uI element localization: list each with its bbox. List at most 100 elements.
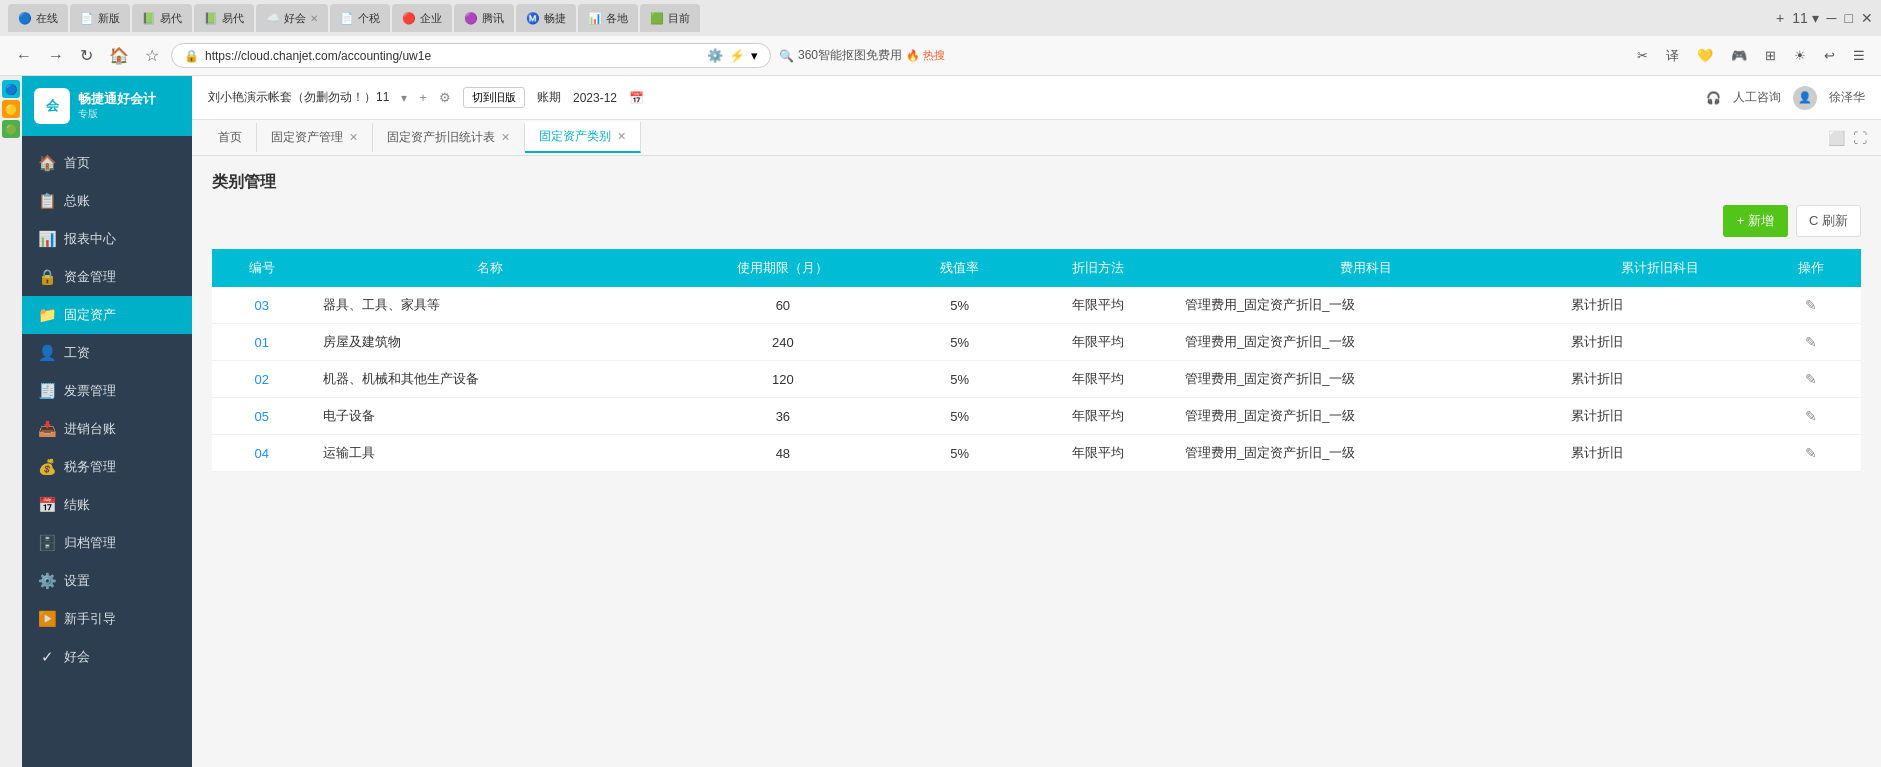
col-header-method: 折旧方法 xyxy=(1022,249,1173,287)
tab-close-icon[interactable]: ✕ xyxy=(310,13,318,24)
cell-method-4: 年限平均 xyxy=(1022,435,1173,472)
maximize-button[interactable]: □ xyxy=(1845,10,1853,26)
cell-code-1[interactable]: 01 xyxy=(212,324,311,361)
refresh-button[interactable]: C 刷新 xyxy=(1796,205,1861,237)
tab-favicon: 📗 xyxy=(142,12,156,25)
page-tab-close-fixed-assets[interactable]: ✕ xyxy=(349,131,358,144)
sidebar-item-guide[interactable]: ▶️ 新手引导 xyxy=(22,600,192,638)
strip-icon-2[interactable]: 🟢 xyxy=(2,120,20,138)
page-tab-close-category[interactable]: ✕ xyxy=(617,130,626,143)
username-label: 徐泽华 xyxy=(1829,89,1865,106)
tab-expand-button[interactable]: ⬜ xyxy=(1826,128,1847,148)
browser-tab-6[interactable]: 🔴 企业 xyxy=(392,4,452,32)
page-tab-depreciation-label: 固定资产折旧统计表 xyxy=(387,129,495,146)
tab-favicon: 🔴 xyxy=(402,12,416,25)
edit-button-4[interactable]: ✎ xyxy=(1805,445,1817,461)
back-button[interactable]: ← xyxy=(12,43,36,69)
game-button[interactable]: 🎮 xyxy=(1727,46,1751,65)
topbar-add-button[interactable]: + xyxy=(419,90,427,105)
undo-button[interactable]: ↩ xyxy=(1820,46,1839,65)
consult-label[interactable]: 人工咨询 xyxy=(1733,89,1781,106)
sidebar-item-fixed-assets[interactable]: 📁 固定资产 xyxy=(22,296,192,334)
section-title: 类别管理 xyxy=(212,172,1861,193)
browser-tab-8[interactable]: Ⓜ️ 畅捷 xyxy=(516,4,576,32)
col-header-expense: 费用科目 xyxy=(1173,249,1559,287)
tab-menu-button[interactable]: 11 ▾ xyxy=(1792,10,1818,26)
strip-icon-1[interactable]: 🟡 xyxy=(2,100,20,118)
cell-accum-1: 累计折旧 xyxy=(1559,324,1762,361)
grid-button[interactable]: ⊞ xyxy=(1761,46,1780,65)
browser-tab-10[interactable]: 🟩 目前 xyxy=(640,4,700,32)
close-button[interactable]: ✕ xyxy=(1861,10,1873,26)
browser-tab-9[interactable]: 📊 各地 xyxy=(578,4,638,32)
cell-method-2: 年限平均 xyxy=(1022,361,1173,398)
page-tab-fixed-assets[interactable]: 固定资产管理 ✕ xyxy=(257,123,373,152)
page-tab-home[interactable]: 首页 xyxy=(204,123,257,152)
menu-button[interactable]: ☰ xyxy=(1849,46,1869,65)
cell-months-2: 120 xyxy=(669,361,897,398)
app-topbar: 刘小艳演示帐套（勿删勿动！）11 ▾ + ⚙ 切到旧版 账期 2023-12 📅… xyxy=(192,76,1881,120)
cell-code-0[interactable]: 03 xyxy=(212,287,311,324)
sidebar: 会 畅捷通好会计 专版 🏠 首页 📋 总账 📊 报表中心 🔒 资金管理 xyxy=(22,76,192,767)
wallet-button[interactable]: 💛 xyxy=(1693,46,1717,65)
new-tab-button[interactable]: + xyxy=(1776,10,1784,26)
sidebar-item-archive[interactable]: 🗄️ 归档管理 xyxy=(22,524,192,562)
sidebar-item-tax[interactable]: 💰 税务管理 xyxy=(22,448,192,486)
minimize-button[interactable]: ─ xyxy=(1827,10,1837,26)
browser-tab-7[interactable]: 🟣 腾讯 xyxy=(454,4,514,32)
browser-tab-4[interactable]: ☁️ 好会 ✕ xyxy=(256,4,328,32)
search-label: 360智能抠图免费用 xyxy=(798,47,902,64)
edit-button-0[interactable]: ✎ xyxy=(1805,297,1817,313)
topbar-gear-button[interactable]: ⚙ xyxy=(439,90,451,105)
add-button[interactable]: + 新增 xyxy=(1723,205,1788,237)
cell-ops-1: ✎ xyxy=(1762,324,1861,361)
page-tab-close-depreciation[interactable]: ✕ xyxy=(501,131,510,144)
sidebar-item-home[interactable]: 🏠 首页 xyxy=(22,144,192,182)
browser-tab-3[interactable]: 📗 易代 xyxy=(194,4,254,32)
edit-button-2[interactable]: ✎ xyxy=(1805,371,1817,387)
switch-version-button[interactable]: 切到旧版 xyxy=(463,87,525,108)
home-button[interactable]: 🏠 xyxy=(105,42,133,69)
strip-icon-0[interactable]: 🔵 xyxy=(2,80,20,98)
tax-icon: 💰 xyxy=(38,458,56,476)
page-tab-depreciation-table[interactable]: 固定资产折旧统计表 ✕ xyxy=(373,123,525,152)
browser-tab-1[interactable]: 📄 新版 xyxy=(70,4,130,32)
forward-button[interactable]: → xyxy=(44,43,68,69)
search-box[interactable]: 🔍 360智能抠图免费用 🔥 热搜 xyxy=(779,47,945,64)
cell-name-4: 运输工具 xyxy=(311,435,668,472)
scissors-button[interactable]: ✂ xyxy=(1633,46,1652,65)
cell-code-4[interactable]: 04 xyxy=(212,435,311,472)
edit-button-1[interactable]: ✎ xyxy=(1805,334,1817,350)
sidebar-item-payroll[interactable]: 👤 工资 xyxy=(22,334,192,372)
url-input[interactable]: 🔒 https://cloud.chanjet.com/accounting/u… xyxy=(171,43,771,68)
topbar-calendar-icon[interactable]: 📅 xyxy=(629,91,644,105)
tab-fullscreen-button[interactable]: ⛶ xyxy=(1851,128,1869,148)
cell-accum-0: 累计折旧 xyxy=(1559,287,1762,324)
browser-tab-2[interactable]: 📗 易代 xyxy=(132,4,192,32)
sidebar-label: 报表中心 xyxy=(64,230,116,248)
translate-button[interactable]: 译 xyxy=(1662,45,1683,67)
sidebar-item-funds[interactable]: 🔒 资金管理 xyxy=(22,258,192,296)
sidebar-item-ledger[interactable]: 📋 总账 xyxy=(22,182,192,220)
cell-method-3: 年限平均 xyxy=(1022,398,1173,435)
secure-icon: 🔒 xyxy=(184,49,199,63)
edit-button-3[interactable]: ✎ xyxy=(1805,408,1817,424)
sidebar-item-settings[interactable]: ⚙️ 设置 xyxy=(22,562,192,600)
browser-tab-0[interactable]: 🔵 在线 xyxy=(8,4,68,32)
topbar-dropdown-icon[interactable]: ▾ xyxy=(401,91,407,105)
sidebar-item-invoice[interactable]: 🧾 发票管理 xyxy=(22,372,192,410)
table-row: 04 运输工具 48 5% 年限平均 管理费用_固定资产折旧_一级 累计折旧 ✎ xyxy=(212,435,1861,472)
browser-tab-5[interactable]: 📄 个税 xyxy=(330,4,390,32)
sidebar-item-sales[interactable]: 📥 进销台账 xyxy=(22,410,192,448)
sidebar-item-haohui[interactable]: ✓ 好会 xyxy=(22,638,192,676)
page-tab-category[interactable]: 固定资产类别 ✕ xyxy=(525,122,641,153)
bookmark-button[interactable]: ☆ xyxy=(141,42,163,69)
tab-favicon: 📊 xyxy=(588,12,602,25)
sidebar-item-reports[interactable]: 📊 报表中心 xyxy=(22,220,192,258)
sun-button[interactable]: ☀ xyxy=(1790,46,1810,65)
sidebar-item-settlement[interactable]: 📅 结账 xyxy=(22,486,192,524)
refresh-button[interactable]: ↻ xyxy=(76,42,97,69)
cell-code-2[interactable]: 02 xyxy=(212,361,311,398)
cell-salvage-2: 5% xyxy=(897,361,1022,398)
cell-code-3[interactable]: 05 xyxy=(212,398,311,435)
